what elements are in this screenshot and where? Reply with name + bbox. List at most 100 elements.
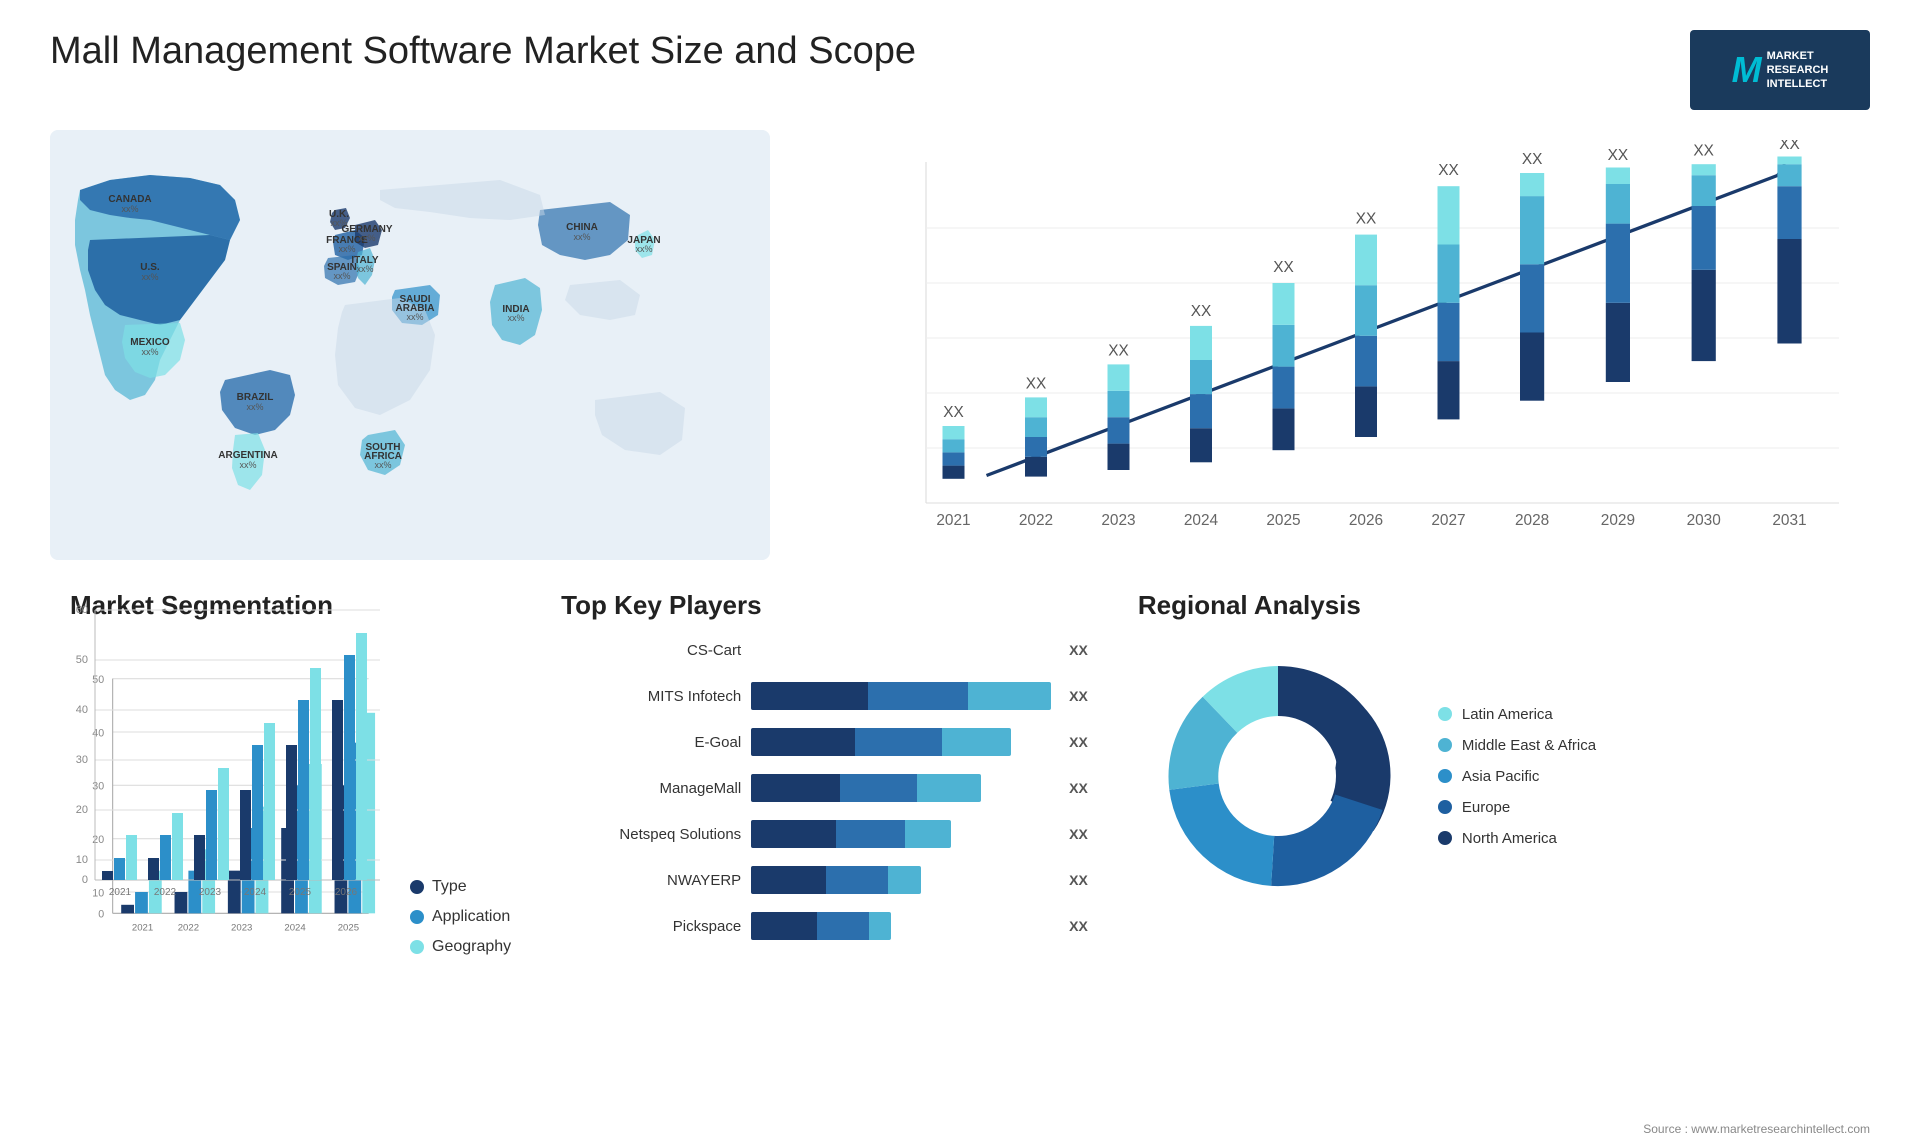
legend-item-type: Type [410,878,511,896]
segmentation-panel: Market Segmentation 0 10 [50,590,531,1110]
asia-pacific-dot [1438,769,1452,783]
svg-text:XX: XX [1191,303,1212,320]
player-row-egoal: E-Goal XX [561,728,1088,756]
legend-asia-pacific: Asia Pacific [1438,768,1596,785]
bar-chart-svg: XX 2021 XX 2022 XX 2023 [860,140,1850,580]
svg-text:60: 60 [76,604,88,616]
donut-chart-svg [1138,636,1418,916]
svg-text:xx%: xx% [406,312,423,322]
player-row-pickspace: Pickspace XX [561,912,1088,940]
segmentation-chart-proper: 0 10 20 30 40 50 60 2021 [50,590,400,930]
middle-east-dot [1438,738,1452,752]
legend-europe: Europe [1438,799,1596,816]
player-name-nwayerp: NWAYERP [561,872,741,889]
player-bar-egoal [751,728,1051,756]
bar-chart-container: XX 2021 XX 2022 XX 2023 [800,130,1870,560]
svg-text:2021: 2021 [936,512,970,529]
player-bar-nwayerp [751,866,1051,894]
svg-text:2030: 2030 [1687,512,1721,529]
svg-text:XX: XX [1026,376,1047,393]
logo-letter: M [1732,49,1762,91]
svg-text:0: 0 [82,874,88,886]
svg-text:xx%: xx% [358,233,375,243]
svg-text:XX: XX [1779,140,1800,153]
type-color-dot [410,880,424,894]
svg-text:XX: XX [1522,151,1543,168]
svg-text:2025: 2025 [1266,512,1300,529]
player-name-mits: MITS Infotech [561,688,741,705]
svg-text:2022: 2022 [1019,512,1053,529]
svg-text:2023: 2023 [199,887,222,898]
svg-text:2028: 2028 [1515,512,1549,529]
regional-legend: Latin America Middle East & Africa Asia … [1438,706,1596,847]
asia-pacific-label: Asia Pacific [1462,768,1540,785]
north-america-label: North America [1462,830,1557,847]
latin-america-dot [1438,707,1452,721]
player-value-nwayerp: XX [1069,872,1088,888]
top-section: CANADA xx% U.S. xx% MEXICO xx% BRAZIL xx… [50,130,1870,560]
svg-text:2024: 2024 [1184,512,1219,529]
player-row-cscart: CS-Cart XX [561,636,1088,664]
europe-dot [1438,800,1452,814]
logo-box: M MARKET RESEARCH INTELLECT [1690,30,1870,110]
player-value-cscart: XX [1069,642,1088,658]
svg-text:2023: 2023 [1101,512,1135,529]
svg-text:xx%: xx% [338,244,355,254]
svg-text:XX: XX [1438,162,1459,179]
player-value-pickspace: XX [1069,918,1088,934]
player-bar-managemall [751,774,1051,802]
player-name-managemall: ManageMall [561,780,741,797]
legend-middle-east: Middle East & Africa [1438,737,1596,754]
bottom-section: Market Segmentation 0 10 [50,590,1870,1110]
page-title: Mall Management Software Market Size and… [50,30,916,73]
player-name-pickspace: Pickspace [561,918,741,935]
player-row-netspeq: Netspeq Solutions XX [561,820,1088,848]
svg-text:xx%: xx% [356,264,373,274]
svg-text:2026: 2026 [335,887,358,898]
logo-area: M MARKET RESEARCH INTELLECT [1690,30,1870,110]
svg-text:2021: 2021 [109,887,132,898]
svg-text:xx%: xx% [333,271,350,281]
player-bar-pickspace [751,912,1051,940]
legend-item-application: Application [410,908,511,926]
svg-text:xx%: xx% [246,402,263,412]
player-bar-mits [751,682,1051,710]
svg-text:2024: 2024 [244,887,267,898]
geography-color-dot [410,940,424,954]
svg-text:XX: XX [1608,147,1629,164]
svg-text:10: 10 [76,854,88,866]
svg-text:xx%: xx% [239,460,256,470]
world-map-svg: CANADA xx% U.S. xx% MEXICO xx% BRAZIL xx… [50,130,770,560]
legend-north-america: North America [1438,830,1596,847]
player-value-mits: XX [1069,688,1088,704]
svg-text:20: 20 [76,804,88,816]
player-name-netspeq: Netspeq Solutions [561,826,741,843]
svg-text:xx%: xx% [635,244,652,254]
legend-application-label: Application [432,908,510,926]
svg-text:XX: XX [1108,343,1129,360]
players-list: CS-Cart XX MITS Infotech [561,636,1088,940]
seg-chart-area: 0 10 20 30 40 50 2021 [70,636,511,956]
europe-label: Europe [1462,799,1510,816]
latin-america-label: Latin America [1462,706,1553,723]
player-row-managemall: ManageMall XX [561,774,1088,802]
svg-text:xx%: xx% [507,313,524,323]
player-value-egoal: XX [1069,734,1088,750]
svg-text:xx%: xx% [141,272,158,282]
svg-text:50: 50 [76,654,88,666]
header: Mall Management Software Market Size and… [50,30,1870,110]
north-america-dot [1438,831,1452,845]
player-value-netspeq: XX [1069,826,1088,842]
svg-text:30: 30 [76,754,88,766]
segmentation-legend: Type Application Geography [410,878,511,956]
svg-text:xx%: xx% [121,204,138,214]
player-bar-cscart [751,636,1051,664]
svg-text:2031: 2031 [1772,512,1806,529]
legend-geography-label: Geography [432,938,511,956]
page-container: Mall Management Software Market Size and… [0,0,1920,1146]
svg-text:2026: 2026 [1349,512,1383,529]
svg-text:xx%: xx% [141,347,158,357]
player-row-mits: MITS Infotech XX [561,682,1088,710]
svg-text:XX: XX [1356,211,1377,228]
application-color-dot [410,910,424,924]
